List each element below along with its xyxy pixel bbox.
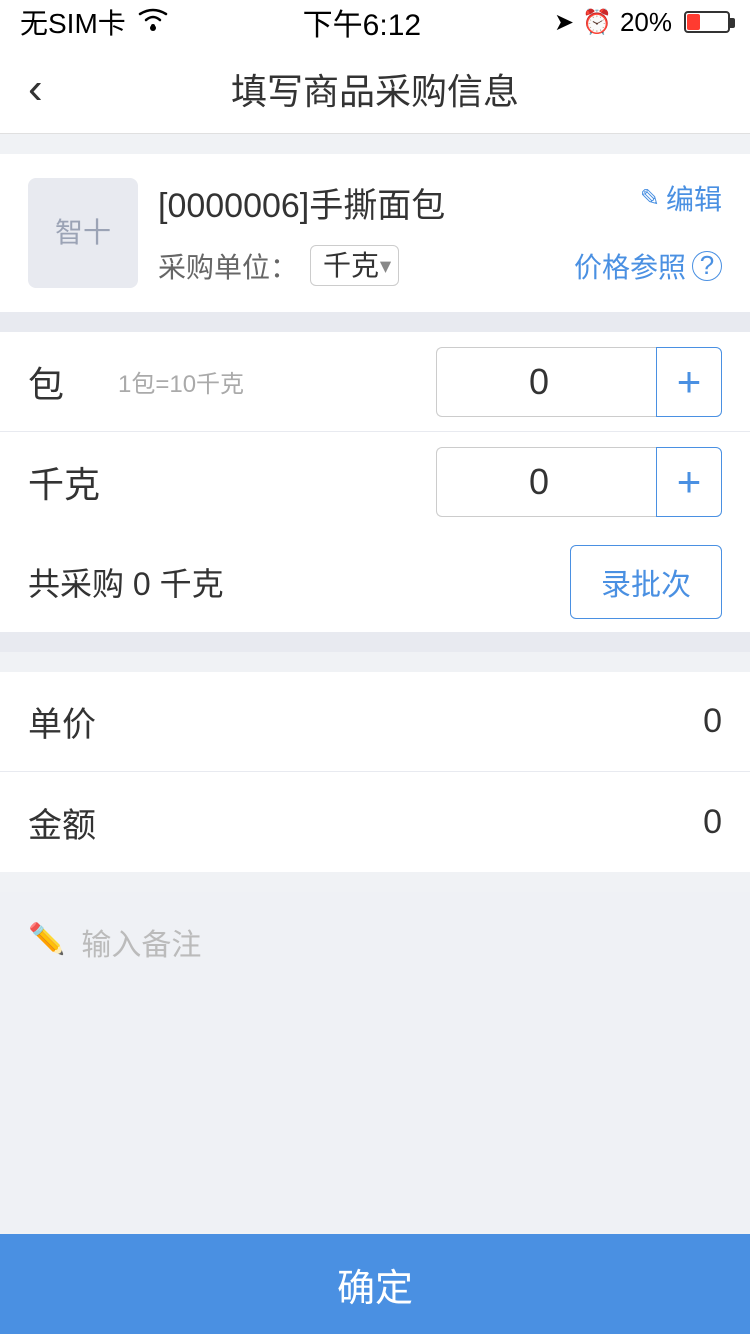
unit-price-value: 0	[703, 702, 722, 741]
product-card: 智十 [0000006]手撕面包 采购单位： 千克 包 ▾ 价格参照 ? ✎ 编…	[0, 154, 750, 312]
nav-bar: ‹ 填写商品采购信息	[0, 44, 750, 134]
edit-button[interactable]: ✎ 编辑	[640, 178, 722, 218]
edit-label: 编辑	[666, 178, 722, 218]
carrier-text: 无SIM卡	[20, 2, 126, 42]
status-left: 无SIM卡	[20, 2, 170, 42]
price-ref-label: 价格参照	[574, 246, 686, 286]
page-title: 填写商品采购信息	[231, 63, 519, 115]
bag-input-row: 包 1包=10千克 +	[0, 332, 750, 432]
product-unit-row: 采购单位： 千克 包 ▾ 价格参照 ?	[158, 245, 722, 286]
amount-row: 金额 0	[0, 772, 750, 872]
kg-plus-button[interactable]: +	[656, 447, 722, 517]
product-name: [0000006]手撕面包	[158, 178, 722, 227]
bag-plus-button[interactable]: +	[656, 347, 722, 417]
unit-price-row: 单价 0	[0, 672, 750, 772]
pencil-icon: ✏️	[28, 922, 65, 957]
unit-select-wrapper[interactable]: 千克 包 ▾	[310, 245, 399, 286]
confirm-button[interactable]: 确定	[0, 1234, 750, 1334]
input-section: 包 1包=10千克 + 千克 +	[0, 332, 750, 532]
unit-label: 采购单位：	[158, 246, 298, 286]
section-divider-2	[0, 632, 750, 652]
product-thumb-text: 智十	[55, 216, 111, 250]
price-ref-link[interactable]: 价格参照 ?	[574, 246, 722, 286]
amount-value: 0	[703, 803, 722, 842]
status-time: 下午6:12	[303, 0, 421, 44]
product-thumbnail: 智十	[28, 178, 138, 288]
bag-sublabel: 1包=10千克	[118, 364, 244, 399]
batch-button[interactable]: 录批次	[570, 545, 722, 619]
alarm-icon: ⏰	[582, 8, 612, 37]
kg-input-control: +	[436, 447, 722, 517]
unit-price-label: 单价	[28, 697, 96, 746]
status-right: ➤ ⏰ 20%	[554, 7, 730, 38]
edit-icon: ✎	[640, 184, 660, 213]
remark-area[interactable]: ✏️ 输入备注	[0, 892, 750, 1232]
battery-percent: 20%	[620, 7, 672, 38]
price-ref-icon: ?	[692, 251, 722, 281]
bag-label: 包	[28, 356, 108, 408]
bag-input-control: +	[436, 347, 722, 417]
wifi-icon	[136, 6, 170, 39]
section-divider-1	[0, 312, 750, 332]
summary-text: 共采购 0 千克	[28, 559, 224, 605]
remark-placeholder: 输入备注	[81, 920, 201, 964]
product-info: [0000006]手撕面包 采购单位： 千克 包 ▾ 价格参照 ?	[158, 178, 722, 286]
kg-input-row: 千克 +	[0, 432, 750, 532]
status-bar: 无SIM卡 下午6:12 ➤ ⏰ 20%	[0, 0, 750, 44]
amount-label: 金额	[28, 798, 96, 847]
kg-label: 千克	[28, 456, 108, 508]
location-icon: ➤	[554, 8, 574, 37]
kg-input[interactable]	[436, 447, 656, 517]
bag-input[interactable]	[436, 347, 656, 417]
unit-select[interactable]: 千克 包	[310, 245, 399, 286]
price-info-section: 单价 0 金额 0	[0, 672, 750, 872]
battery-icon	[684, 11, 730, 33]
back-button[interactable]: ‹	[28, 67, 43, 111]
summary-row: 共采购 0 千克 录批次	[0, 532, 750, 632]
